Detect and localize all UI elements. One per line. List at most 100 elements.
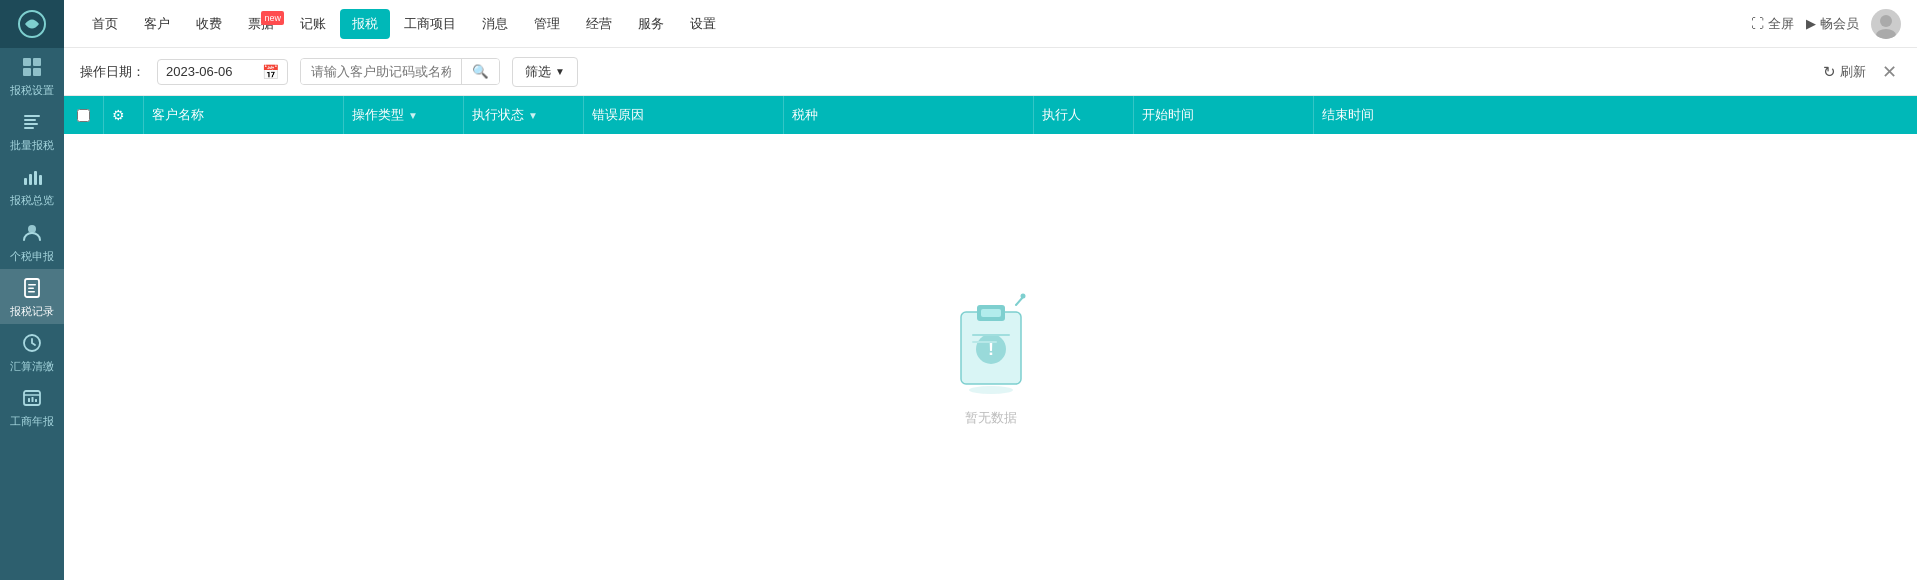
th-name-label: 客户名称 [152, 106, 204, 124]
date-picker[interactable]: 📅 [157, 59, 288, 85]
nav-item-service[interactable]: 服务 [626, 9, 676, 39]
nav-item-setting[interactable]: 设置 [678, 9, 728, 39]
sort-icon-op-type: ▼ [408, 110, 418, 121]
svg-point-23 [1880, 15, 1892, 27]
sidebar: 报税设置批量报税报税总览个税申报报税记录汇算清缴工商年报 [0, 0, 64, 580]
svg-rect-12 [39, 175, 42, 185]
tax-overview-icon [21, 166, 43, 191]
sidebar-item-annual-report[interactable]: 工商年报 [0, 379, 64, 434]
toolbar: 操作日期： 📅 🔍 筛选 ▼ ↻ 刷新 ✕ [64, 48, 1917, 96]
th-op-type-label: 操作类型 [352, 106, 404, 124]
main-area: 首页客户收费票据new记账报税工商项目消息管理经营服务设置 ⛶ 全屏 ▶ 畅会员… [64, 0, 1917, 580]
nav-badge-invoice: new [261, 11, 284, 25]
sidebar-label-annual-report: 工商年报 [10, 415, 54, 428]
th-tax-type: 税种 [784, 96, 1034, 134]
member-label: 畅会员 [1820, 15, 1859, 33]
svg-rect-9 [24, 178, 27, 185]
nav-item-customer[interactable]: 客户 [132, 9, 182, 39]
sort-icon-exec-status: ▼ [528, 110, 538, 121]
nav-item-biz[interactable]: 工商项目 [392, 9, 468, 39]
sidebar-item-settlement[interactable]: 汇算清缴 [0, 324, 64, 379]
personal-tax-icon [21, 222, 43, 247]
sidebar-label-settlement: 汇算清缴 [10, 360, 54, 373]
sidebar-item-batch-tax[interactable]: 批量报税 [0, 103, 64, 158]
svg-rect-20 [28, 398, 30, 402]
svg-rect-7 [24, 123, 38, 125]
sidebar-label-tax-record: 报税记录 [10, 305, 54, 318]
date-label: 操作日期： [80, 63, 145, 81]
svg-rect-22 [35, 399, 37, 402]
th-error-reason-label: 错误原因 [592, 106, 644, 124]
svg-rect-1 [23, 58, 31, 66]
chevron-down-icon: ▼ [555, 66, 565, 77]
select-all-checkbox[interactable] [77, 109, 90, 122]
fullscreen-button[interactable]: ⛶ 全屏 [1751, 15, 1794, 33]
tax-record-icon [21, 277, 43, 302]
th-end-time: 结束时间 [1314, 96, 1454, 134]
sidebar-label-batch-tax: 批量报税 [10, 139, 54, 152]
fullscreen-label: 全屏 [1768, 15, 1794, 33]
th-error-reason: 错误原因 [584, 96, 784, 134]
refresh-label: 刷新 [1840, 63, 1866, 81]
nav-item-home[interactable]: 首页 [80, 9, 130, 39]
top-navigation: 首页客户收费票据new记账报税工商项目消息管理经营服务设置 ⛶ 全屏 ▶ 畅会员 [64, 0, 1917, 48]
empty-text: 暂无数据 [965, 409, 1017, 427]
svg-rect-27 [981, 309, 1001, 317]
svg-point-33 [1020, 294, 1025, 299]
nav-items: 首页客户收费票据new记账报税工商项目消息管理经营服务设置 [80, 9, 1751, 39]
sidebar-item-tax-setting[interactable]: 报税设置 [0, 48, 64, 103]
svg-point-24 [1876, 29, 1896, 39]
topnav-right: ⛶ 全屏 ▶ 畅会员 [1751, 9, 1901, 39]
nav-item-manage[interactable]: 管理 [522, 9, 572, 39]
th-checkbox [64, 96, 104, 134]
th-op-type[interactable]: 操作类型 ▼ [344, 96, 464, 134]
th-tax-type-label: 税种 [792, 106, 818, 124]
svg-rect-3 [23, 68, 31, 76]
close-button[interactable]: ✕ [1878, 63, 1901, 81]
member-button[interactable]: ▶ 畅会员 [1806, 15, 1859, 33]
sidebar-item-personal-tax[interactable]: 个税申报 [0, 214, 64, 269]
settlement-icon [21, 332, 43, 357]
batch-tax-icon [21, 111, 43, 136]
sidebar-item-tax-record[interactable]: 报税记录 [0, 269, 64, 324]
nav-item-fee[interactable]: 收费 [184, 9, 234, 39]
svg-rect-4 [33, 68, 41, 76]
filter-button[interactable]: 筛选 ▼ [512, 57, 578, 87]
avatar[interactable] [1871, 9, 1901, 39]
sidebar-item-tax-overview[interactable]: 报税总览 [0, 158, 64, 213]
nav-item-msg[interactable]: 消息 [470, 9, 520, 39]
svg-rect-15 [28, 284, 36, 286]
th-exec-status-label: 执行状态 [472, 106, 524, 124]
nav-item-finance[interactable]: 经营 [574, 9, 624, 39]
empty-state: ! 暂无数据 [64, 134, 1917, 580]
nav-item-account[interactable]: 记账 [288, 9, 338, 39]
calendar-icon: 📅 [262, 64, 279, 80]
search-input[interactable] [301, 59, 461, 84]
search-button[interactable]: 🔍 [461, 59, 499, 84]
th-start-time: 开始时间 [1134, 96, 1314, 134]
nav-item-tax[interactable]: 报税 [340, 9, 390, 39]
sidebar-label-personal-tax: 个税申报 [10, 250, 54, 263]
table-wrap: ⚙ 客户名称 操作类型 ▼ 执行状态 ▼ 错误原因 税种 [64, 96, 1917, 580]
svg-point-13 [28, 225, 36, 233]
fullscreen-icon: ⛶ [1751, 16, 1764, 31]
nav-item-invoice[interactable]: 票据new [236, 9, 286, 39]
th-executor: 执行人 [1034, 96, 1134, 134]
sidebar-label-tax-setting: 报税设置 [10, 84, 54, 97]
member-icon: ▶ [1806, 16, 1816, 31]
annual-report-icon [21, 387, 43, 412]
svg-rect-21 [32, 397, 34, 402]
th-end-time-label: 结束时间 [1322, 106, 1374, 124]
date-input[interactable] [166, 64, 256, 79]
th-exec-status[interactable]: 执行状态 ▼ [464, 96, 584, 134]
svg-point-34 [969, 386, 1013, 394]
th-settings: ⚙ [104, 96, 144, 134]
svg-rect-5 [24, 115, 40, 117]
svg-rect-2 [33, 58, 41, 66]
tax-setting-icon [21, 56, 43, 81]
refresh-button[interactable]: ↻ 刷新 [1823, 63, 1866, 81]
filter-label: 筛选 [525, 63, 551, 81]
svg-rect-10 [29, 174, 32, 185]
app-logo[interactable] [0, 0, 64, 48]
th-name: 客户名称 [144, 96, 344, 134]
